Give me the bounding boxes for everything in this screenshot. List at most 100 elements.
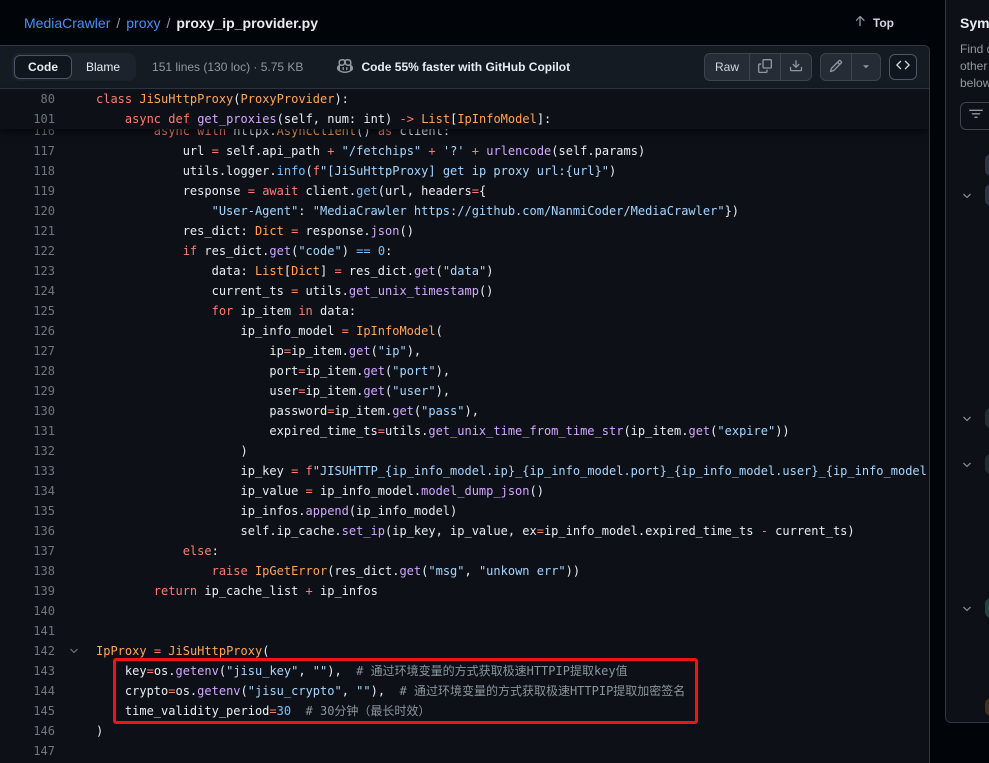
code-line: 125 for ip_item in data:	[0, 301, 929, 321]
code-text: ip_info_model = IpInfoModel(	[96, 321, 929, 341]
code-text: class JiSuHttpProxy(ProxyProvider):	[96, 89, 929, 109]
symbol-pill[interactable]	[985, 408, 989, 428]
tab-code[interactable]: Code	[14, 55, 72, 79]
symbol-tree-row[interactable]	[946, 154, 989, 176]
line-number[interactable]: 135	[0, 501, 55, 521]
line-number[interactable]: 144	[0, 681, 55, 701]
edit-dropdown-button[interactable]	[851, 54, 880, 80]
symbols-panel-toggle-button[interactable]	[889, 54, 917, 80]
code-text: "User-Agent": "MediaCrawler https://gith…	[96, 201, 929, 221]
code-line: 136 self.ip_cache.set_ip(ip_key, ip_valu…	[0, 521, 929, 541]
symbol-tree-row[interactable]	[946, 598, 989, 618]
toggle-spacer	[55, 141, 96, 161]
code-text: async def get_proxies(self, num: int) ->…	[96, 109, 929, 129]
line-number[interactable]: 80	[0, 89, 55, 109]
symbol-pill[interactable]	[985, 454, 989, 474]
symbol-pill[interactable]	[985, 598, 989, 618]
line-number[interactable]: 141	[0, 621, 55, 641]
symbol-tree-row[interactable]	[946, 408, 989, 428]
line-number[interactable]: 116	[0, 129, 55, 141]
symbol-pill[interactable]	[985, 698, 989, 716]
line-number[interactable]: 147	[0, 741, 55, 761]
triangle-down-icon	[860, 60, 872, 75]
line-number[interactable]: 101	[0, 109, 55, 129]
toggle-spacer	[55, 621, 96, 641]
toggle-spacer	[55, 721, 96, 741]
line-number[interactable]: 145	[0, 701, 55, 721]
line-number[interactable]: 117	[0, 141, 55, 161]
code-line: 118 utils.logger.info(f"[JiSuHttpProxy] …	[0, 161, 929, 181]
line-number[interactable]: 118	[0, 161, 55, 181]
symbol-tree-row[interactable]	[946, 454, 989, 474]
line-number[interactable]: 126	[0, 321, 55, 341]
tab-blame[interactable]: Blame	[72, 55, 134, 79]
code-line: 131 expired_time_ts=utils.get_unix_time_…	[0, 421, 929, 441]
line-number[interactable]: 119	[0, 181, 55, 201]
code-line: 132 )	[0, 441, 929, 461]
line-number[interactable]: 125	[0, 301, 55, 321]
line-number[interactable]: 121	[0, 221, 55, 241]
line-number[interactable]: 134	[0, 481, 55, 501]
line-number[interactable]: 137	[0, 541, 55, 561]
filter-icon	[969, 107, 983, 126]
chevron-down-icon[interactable]	[961, 412, 973, 430]
breadcrumb-folder-link[interactable]: proxy	[126, 15, 160, 31]
line-number[interactable]: 127	[0, 341, 55, 361]
line-number[interactable]: 139	[0, 581, 55, 601]
toggle-spacer	[55, 109, 96, 129]
line-number[interactable]: 142	[0, 641, 55, 661]
code-line: 138 raise IpGetError(res_dict.get("msg",…	[0, 561, 929, 581]
symbols-description-line: below or in the code.	[960, 75, 989, 92]
chevron-down-icon[interactable]	[961, 602, 973, 620]
line-number[interactable]: 136	[0, 521, 55, 541]
code-line: 133 ip_key = f"JISUHTTP_{ip_info_model.i…	[0, 461, 929, 481]
line-collapse-chevron-icon[interactable]	[55, 641, 96, 661]
toggle-spacer	[55, 601, 96, 621]
code-line: 122 if res_dict.get("code") == 0:	[0, 241, 929, 261]
symbol-tree-row[interactable]	[946, 698, 989, 716]
pencil-icon	[829, 59, 843, 76]
line-number[interactable]: 140	[0, 601, 55, 621]
download-button[interactable]	[780, 54, 811, 80]
line-number[interactable]: 120	[0, 201, 55, 221]
code-text: return ip_cache_list + ip_infos	[96, 581, 929, 601]
line-number[interactable]: 130	[0, 401, 55, 421]
copy-button[interactable]	[749, 54, 780, 80]
line-number[interactable]: 129	[0, 381, 55, 401]
chevron-down-icon[interactable]	[961, 189, 973, 207]
code-text: ip_value = ip_info_model.model_dump_json…	[96, 481, 929, 501]
code-text: user=ip_item.get("user"),	[96, 381, 929, 401]
line-number[interactable]: 131	[0, 421, 55, 441]
toggle-spacer	[55, 361, 96, 381]
symbol-tree-row[interactable]	[946, 184, 989, 206]
symbol-pill[interactable]	[985, 154, 989, 176]
code-line: 80 class JiSuHttpProxy(ProxyProvider):	[0, 89, 929, 109]
line-number[interactable]: 122	[0, 241, 55, 261]
symbol-pill[interactable]	[985, 184, 989, 206]
raw-button[interactable]: Raw	[705, 54, 749, 80]
line-number[interactable]: 146	[0, 721, 55, 741]
code-line: 117 url = self.api_path + "/fetchips" + …	[0, 141, 929, 161]
breadcrumb-repo-link[interactable]: MediaCrawler	[24, 15, 110, 31]
line-number[interactable]: 143	[0, 661, 55, 681]
scroll-to-top-button[interactable]: Top	[853, 14, 894, 31]
line-number[interactable]: 138	[0, 561, 55, 581]
line-number[interactable]: 128	[0, 361, 55, 381]
line-number[interactable]: 132	[0, 441, 55, 461]
copilot-icon	[337, 58, 353, 77]
code-line: 121 res_dict: Dict = response.json()	[0, 221, 929, 241]
chevron-down-icon[interactable]	[961, 458, 973, 476]
toggle-spacer	[55, 261, 96, 281]
code-line: 144 crypto=os.getenv("jisu_crypto", ""),…	[0, 681, 929, 701]
line-number[interactable]: 124	[0, 281, 55, 301]
code-line: 119 response = await client.get(url, hea…	[0, 181, 929, 201]
copilot-banner[interactable]: Code 55% faster with GitHub Copilot	[337, 58, 570, 77]
file-toolbar: Code Blame 151 lines (130 loc) · 5.75 KB…	[0, 46, 929, 89]
edit-button[interactable]	[821, 54, 851, 80]
copy-icon	[758, 59, 772, 76]
line-number[interactable]: 123	[0, 261, 55, 281]
code-line: 123 data: List[Dict] = res_dict.get("dat…	[0, 261, 929, 281]
line-number[interactable]: 133	[0, 461, 55, 481]
symbols-panel-title: Symbols	[960, 15, 989, 31]
toggle-spacer	[55, 421, 96, 441]
